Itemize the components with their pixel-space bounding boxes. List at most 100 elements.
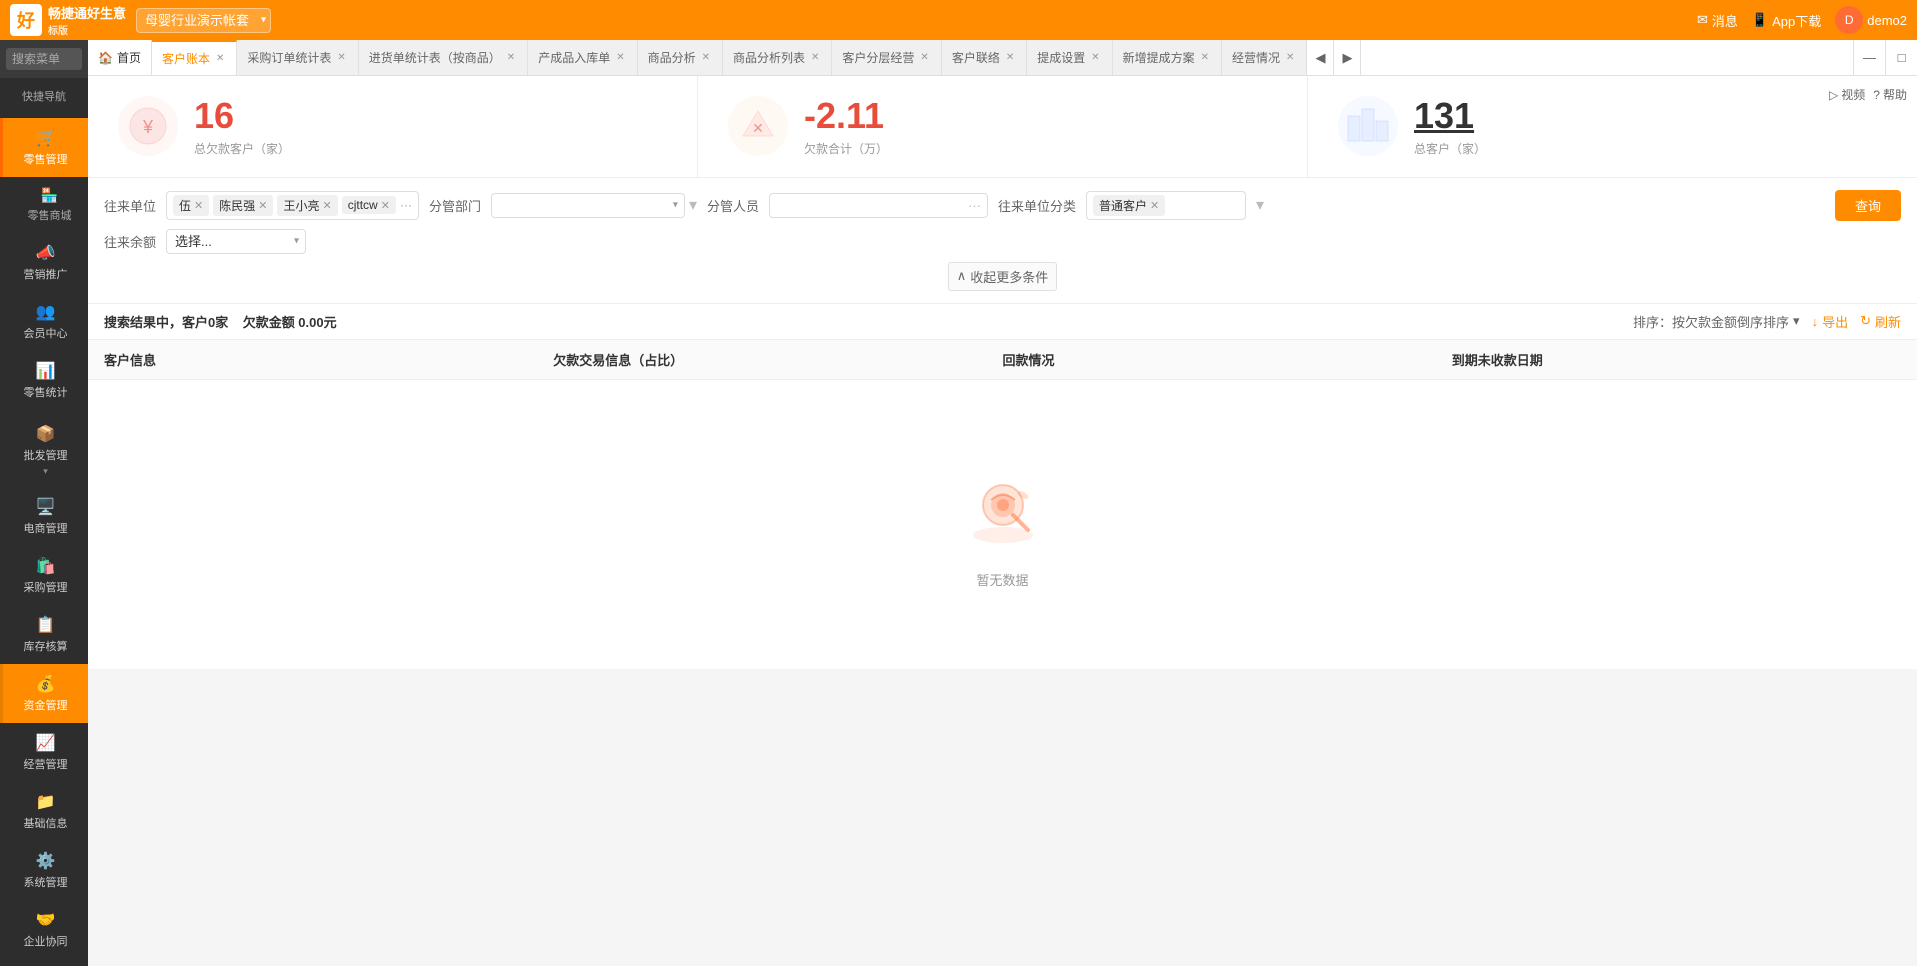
help-btn[interactable]: ? 帮助 (1873, 86, 1907, 103)
filter-tag-chen: 陈民强 ✕ (213, 195, 273, 216)
sidebar-item-basics[interactable]: 📁 基础信息 (0, 782, 88, 841)
sidebar-search-input[interactable] (6, 48, 82, 70)
sidebar-item-zero-sales[interactable]: 🛒 零售管理 (0, 118, 88, 177)
sidebar-item-purchase[interactable]: 🛍️ 采购管理 (0, 546, 88, 605)
sidebar-item-marketing[interactable]: 📣 营销推广 (0, 233, 88, 292)
tab-goods-analysis[interactable]: 商品分析 ✕ (638, 40, 723, 76)
tag-wang-close[interactable]: ✕ (323, 199, 332, 212)
tab-goods-analysis-list[interactable]: 商品分析列表 ✕ (723, 40, 832, 76)
sidebar-label-inventory: 库存核算 (24, 638, 68, 654)
workspace-dropdown[interactable]: 母婴行业演示帐套 (136, 8, 271, 33)
tab-promotion-settings[interactable]: 提成设置 ✕ (1027, 40, 1112, 76)
tab-production-in[interactable]: 产成品入库单 ✕ (528, 40, 637, 76)
sort-control[interactable]: 排序：按欠款金额倒序排序 ▾ (1633, 312, 1800, 331)
tab-close-stock-stats[interactable]: ✕ (505, 51, 517, 64)
tab-close-goods-list[interactable]: ✕ (809, 51, 821, 64)
member-center-icon: 👥 (36, 302, 56, 322)
tab-home[interactable]: 🏠 首页 (88, 40, 152, 76)
tag-cjttcw-close[interactable]: ✕ (381, 199, 390, 212)
export-label: 导出 (1822, 312, 1848, 331)
user-area[interactable]: D demo2 (1835, 6, 1907, 34)
tab-close-purchase-stats[interactable]: ✕ (335, 51, 347, 64)
filter-section: 往来单位 伍 ✕ 陈民强 ✕ 王小亮 (88, 178, 1917, 304)
tag-wu-close[interactable]: ✕ (194, 199, 203, 212)
collapse-btn[interactable]: ∧ 收起更多条件 (948, 262, 1058, 291)
zero-stats-icon: 📊 (36, 361, 56, 381)
message-btn[interactable]: ✉ 消息 (1697, 11, 1738, 30)
sidebar-item-capital[interactable]: 💰 资金管理 (0, 664, 88, 723)
unit-filter-label: 往来单位 (104, 196, 156, 215)
topbar-right: ✉ 消息 📱 App下载 D demo2 (1697, 6, 1907, 34)
video-btn[interactable]: ▷ 视频 (1829, 86, 1865, 103)
sidebar-item-inventory[interactable]: 📋 库存核算 (0, 605, 88, 664)
app-container: 好 畅捷通好生意 标版 母婴行业演示帐套 ✉ 消息 📱 App下载 (0, 0, 1917, 966)
tab-customer-tier[interactable]: 客户分层经营 ✕ (832, 40, 941, 76)
tab-stock-stats-label: 进货单统计表（按商品） (369, 49, 501, 66)
results-bar: 搜索结果中，客户0家 欠款金额 0.00元 排序：按欠款金额倒序排序 ▾ ↓ 导… (88, 304, 1917, 340)
person-filter-label: 分管人员 (707, 196, 759, 215)
top-bar: 好 畅捷通好生意 标版 母婴行业演示帐套 ✉ 消息 📱 App下载 (0, 0, 1917, 40)
sidebar-item-ecommerce[interactable]: 🖥️ 电商管理 (0, 487, 88, 546)
sidebar-label-basics: 基础信息 (24, 815, 68, 831)
zero-mall-icon: 🏪 (41, 187, 58, 204)
quick-nav-btn[interactable]: 快捷导航 (0, 78, 88, 114)
person-dots[interactable]: ··· (962, 198, 987, 213)
sidebar-item-batch-mgmt[interactable]: 📦 批发管理 ▾ (0, 414, 88, 487)
category-filter-tags[interactable]: 普通客户 ✕ (1086, 191, 1246, 220)
tab-business-status[interactable]: 经营情况 ✕ (1222, 40, 1307, 76)
logo-text: 畅捷通好生意 标版 (48, 3, 126, 37)
workspace-selector-wrapper[interactable]: 母婴行业演示帐套 (136, 8, 271, 33)
person-input[interactable] (770, 194, 962, 217)
tab-close-business[interactable]: ✕ (1284, 51, 1296, 64)
sidebar-item-zero-stats[interactable]: 📊 零售统计 (0, 351, 88, 410)
person-filter-area[interactable]: ··· (769, 193, 988, 218)
tab-bar: 🏠 首页 客户账本 ✕ 采购订单统计表 ✕ 进货单统计表（按商品） ✕ 产成品入… (88, 40, 1917, 76)
filter-tags-more[interactable]: ··· (400, 198, 412, 212)
sidebar-search-area (0, 40, 88, 78)
results-info-text: 搜索结果中，客户0家 (104, 315, 228, 330)
tab-close-customer-contact[interactable]: ✕ (1004, 51, 1016, 64)
tab-close-promotion[interactable]: ✕ (1089, 51, 1101, 64)
tag-chen-close[interactable]: ✕ (258, 199, 267, 212)
tag-ordinary-close[interactable]: ✕ (1150, 199, 1159, 212)
tab-nav-next[interactable]: ▶ (1334, 40, 1361, 76)
tab-new-promotion[interactable]: 新增提成方案 ✕ (1113, 40, 1222, 76)
tab-close-customer-tier[interactable]: ✕ (918, 51, 930, 64)
batch-mgmt-icon: 📦 (36, 424, 56, 444)
category-dropdown-arrow[interactable]: ▾ (1256, 195, 1264, 215)
balance-select[interactable]: 选择... (166, 229, 306, 254)
dept-dropdown-arrow[interactable]: ▾ (689, 195, 697, 215)
tab-close-customer-accounts[interactable]: ✕ (214, 52, 226, 65)
tag-chen-label: 陈民强 (219, 197, 255, 214)
sidebar-item-system[interactable]: ⚙️ 系统管理 (0, 841, 88, 900)
stat-label-debt: 欠款合计（万） (804, 140, 888, 157)
tab-close-goods-analysis[interactable]: ✕ (700, 51, 712, 64)
export-btn[interactable]: ↓ 导出 (1812, 312, 1849, 331)
stat-text-debt: -2.11 欠款合计（万） (804, 96, 888, 157)
sidebar-item-newbie[interactable]: 🎯 新手引导 (0, 959, 88, 966)
refresh-btn[interactable]: ↻ 刷新 (1860, 312, 1901, 331)
tab-minimize-btn[interactable]: — (1853, 40, 1885, 76)
tab-maximize-btn[interactable]: □ (1885, 40, 1917, 76)
tab-customer-contact[interactable]: 客户联络 ✕ (942, 40, 1027, 76)
username: demo2 (1867, 13, 1907, 28)
app-download-btn[interactable]: 📱 App下载 (1752, 11, 1821, 30)
dept-input[interactable] (491, 193, 685, 218)
tab-nav-prev[interactable]: ◀ (1307, 40, 1334, 76)
tab-purchase-stats[interactable]: 采购订单统计表 ✕ (237, 40, 358, 76)
sidebar-item-member-center[interactable]: 👥 会员中心 (0, 292, 88, 351)
unit-filter-tags[interactable]: 伍 ✕ 陈民强 ✕ 王小亮 ✕ (166, 191, 419, 220)
basics-icon: 📁 (36, 792, 56, 812)
tab-close-production-in[interactable]: ✕ (614, 51, 626, 64)
tab-close-new-promotion[interactable]: ✕ (1199, 51, 1211, 64)
sidebar: 快捷导航 🛒 零售管理 🏪 零售商城 📣 营销推广 👥 会员中心 📊 零售统计 (0, 40, 88, 966)
query-button[interactable]: 查询 (1835, 190, 1901, 221)
tab-stock-stats[interactable]: 进货单统计表（按商品） ✕ (359, 40, 528, 76)
sidebar-item-operations[interactable]: 📈 经营管理 (0, 723, 88, 782)
tab-goods-analysis-label: 商品分析 (648, 49, 696, 66)
sidebar-item-enterprise[interactable]: 🤝 企业协同 (0, 900, 88, 959)
svg-text:¥: ¥ (142, 117, 154, 137)
tab-customer-accounts[interactable]: 客户账本 ✕ (152, 40, 237, 76)
collapse-row: ∧ 收起更多条件 (104, 262, 1901, 291)
sidebar-item-zero-mall[interactable]: 🏪 零售商城 (0, 177, 88, 233)
